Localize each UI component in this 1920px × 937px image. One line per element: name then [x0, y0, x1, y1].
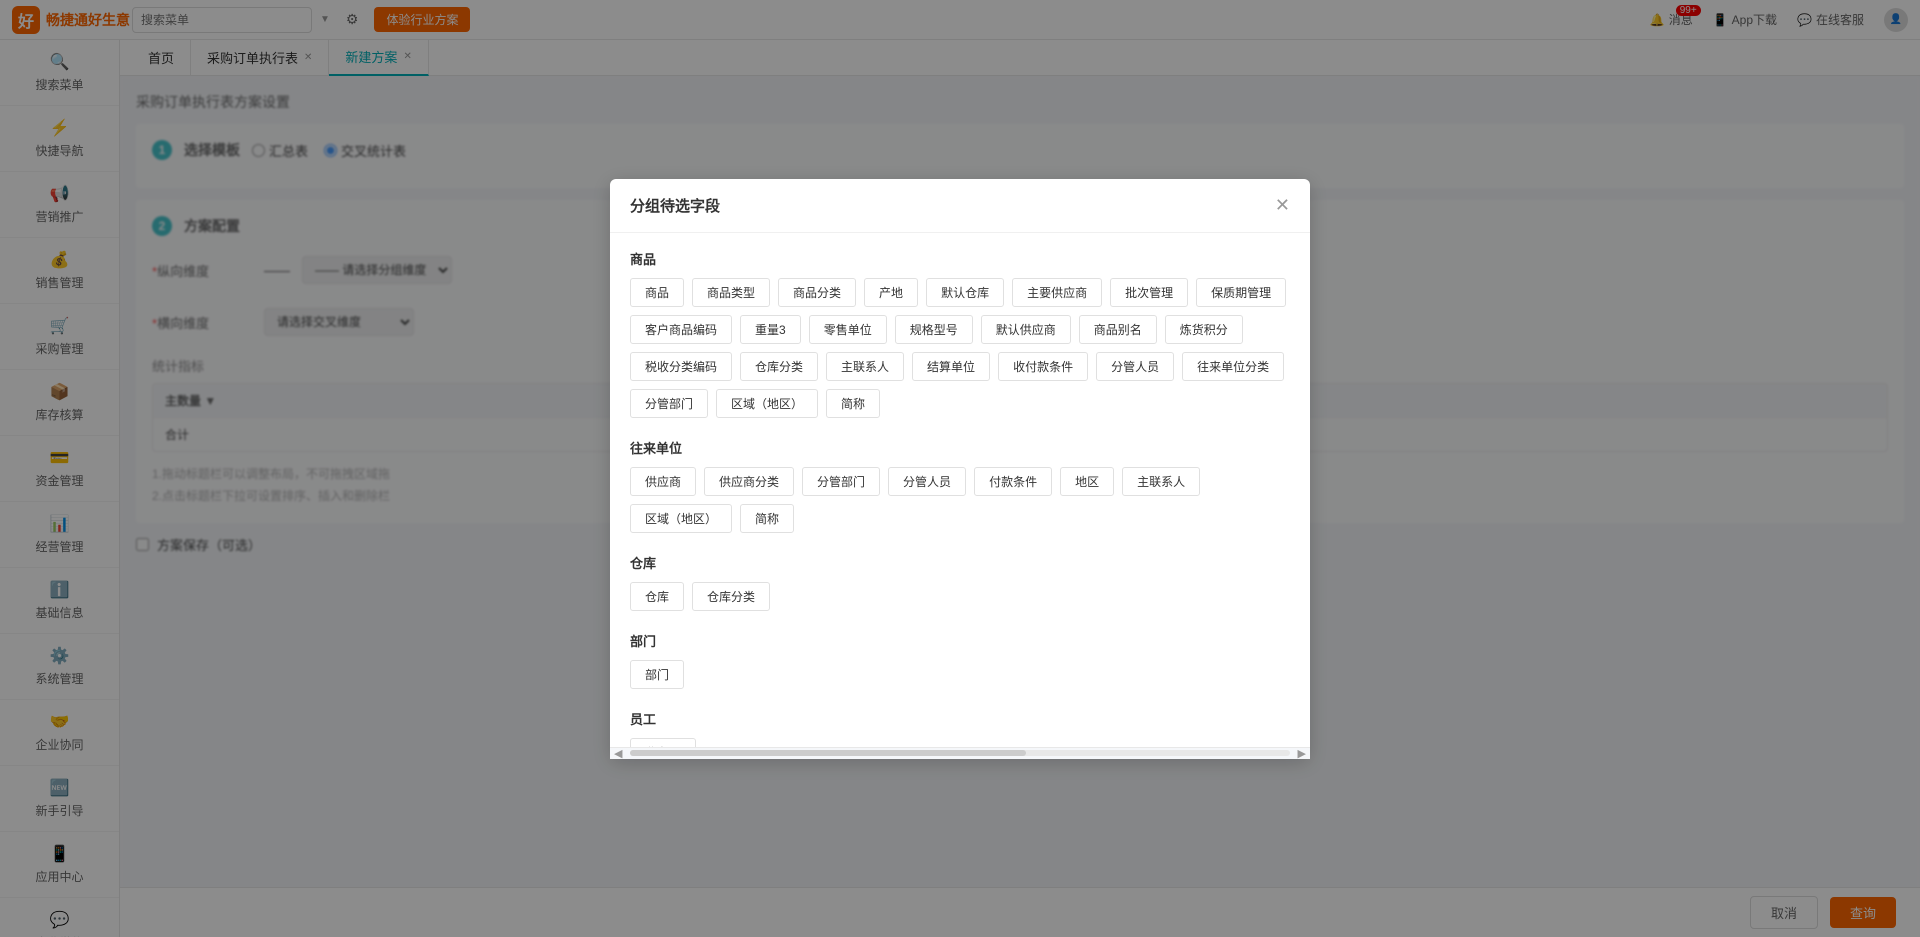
field-tag-goods-5[interactable]: 主要供应商: [1012, 278, 1102, 307]
field-tag-goods-7[interactable]: 保质期管理: [1196, 278, 1286, 307]
field-tag-goods-9[interactable]: 重量3: [740, 315, 801, 344]
partner-field-grid: 供应商 供应商分类 分管部门 分管人员 付款条件 地区 主联系人 区域（地区） …: [630, 467, 1290, 533]
warehouse-field-grid: 仓库 仓库分类: [630, 582, 1290, 611]
modal-scroll-bottom: ◀ ▶: [610, 747, 1310, 759]
section-dept: 部门 部门: [630, 631, 1290, 689]
field-tag-partner-2[interactable]: 分管部门: [802, 467, 880, 496]
field-tag-goods-10[interactable]: 零售单位: [809, 315, 887, 344]
field-tag-goods-8[interactable]: 客户商品编码: [630, 315, 732, 344]
section-employee-title: 员工: [630, 709, 1290, 728]
section-goods-title: 商品: [630, 249, 1290, 268]
field-tag-goods-19[interactable]: 收付款条件: [998, 352, 1088, 381]
field-tag-goods-3[interactable]: 产地: [864, 278, 918, 307]
section-partner: 往来单位 供应商 供应商分类 分管部门 分管人员 付款条件 地区 主联系人 区域…: [630, 438, 1290, 533]
field-tag-partner-0[interactable]: 供应商: [630, 467, 696, 496]
field-tag-goods-6[interactable]: 批次管理: [1110, 278, 1188, 307]
field-selection-modal: 分组待选字段 ✕ 商品 商品 商品类型 商品分类 产地 默认仓库 主要供应商 批…: [610, 179, 1310, 759]
field-tag-dept-0[interactable]: 部门: [630, 660, 684, 689]
field-tag-partner-7[interactable]: 区域（地区）: [630, 504, 732, 533]
section-warehouse: 仓库 仓库 仓库分类: [630, 553, 1290, 611]
horizontal-scrollbar[interactable]: [630, 750, 1289, 756]
field-tag-partner-6[interactable]: 主联系人: [1122, 467, 1200, 496]
field-tag-partner-4[interactable]: 付款条件: [974, 467, 1052, 496]
goods-field-grid: 商品 商品类型 商品分类 产地 默认仓库 主要供应商 批次管理 保质期管理 客户…: [630, 278, 1290, 418]
field-tag-goods-21[interactable]: 往来单位分类: [1182, 352, 1284, 381]
field-tag-goods-24[interactable]: 简称: [826, 389, 880, 418]
field-tag-partner-3[interactable]: 分管人员: [888, 467, 966, 496]
field-tag-goods-4[interactable]: 默认仓库: [926, 278, 1004, 307]
modal-title: 分组待选字段: [630, 195, 720, 216]
scroll-right-arrow[interactable]: ▶: [1298, 747, 1310, 760]
field-tag-goods-0[interactable]: 商品: [630, 278, 684, 307]
field-tag-warehouse-1[interactable]: 仓库分类: [692, 582, 770, 611]
section-dept-title: 部门: [630, 631, 1290, 650]
section-partner-title: 往来单位: [630, 438, 1290, 457]
field-tag-goods-16[interactable]: 仓库分类: [740, 352, 818, 381]
field-tag-goods-12[interactable]: 默认供应商: [981, 315, 1071, 344]
section-warehouse-title: 仓库: [630, 553, 1290, 572]
section-goods: 商品 商品 商品类型 商品分类 产地 默认仓库 主要供应商 批次管理 保质期管理…: [630, 249, 1290, 418]
field-tag-goods-1[interactable]: 商品类型: [692, 278, 770, 307]
modal-header: 分组待选字段 ✕: [610, 179, 1310, 233]
field-tag-goods-18[interactable]: 结算单位: [912, 352, 990, 381]
field-tag-goods-13[interactable]: 商品别名: [1079, 315, 1157, 344]
field-tag-warehouse-0[interactable]: 仓库: [630, 582, 684, 611]
section-employee: 员工 业务员: [630, 709, 1290, 747]
modal-body: 商品 商品 商品类型 商品分类 产地 默认仓库 主要供应商 批次管理 保质期管理…: [610, 233, 1310, 747]
field-tag-goods-15[interactable]: 税收分类编码: [630, 352, 732, 381]
scroll-left-arrow[interactable]: ◀: [610, 747, 622, 760]
field-tag-partner-1[interactable]: 供应商分类: [704, 467, 794, 496]
dept-field-grid: 部门: [630, 660, 1290, 689]
field-tag-employee-0[interactable]: 业务员: [630, 738, 696, 747]
field-tag-goods-20[interactable]: 分管人员: [1096, 352, 1174, 381]
field-tag-goods-2[interactable]: 商品分类: [778, 278, 856, 307]
modal-close-icon[interactable]: ✕: [1275, 195, 1290, 216]
modal-overlay: 分组待选字段 ✕ 商品 商品 商品类型 商品分类 产地 默认仓库 主要供应商 批…: [0, 0, 1920, 937]
field-tag-partner-5[interactable]: 地区: [1060, 467, 1114, 496]
hscroll-thumb: [630, 750, 1025, 756]
field-tag-goods-11[interactable]: 规格型号: [895, 315, 973, 344]
employee-field-grid: 业务员: [630, 738, 1290, 747]
field-tag-goods-23[interactable]: 区域（地区）: [716, 389, 818, 418]
field-tag-goods-14[interactable]: 炼货积分: [1165, 315, 1243, 344]
field-tag-goods-22[interactable]: 分管部门: [630, 389, 708, 418]
field-tag-goods-17[interactable]: 主联系人: [826, 352, 904, 381]
field-tag-partner-8[interactable]: 简称: [740, 504, 794, 533]
